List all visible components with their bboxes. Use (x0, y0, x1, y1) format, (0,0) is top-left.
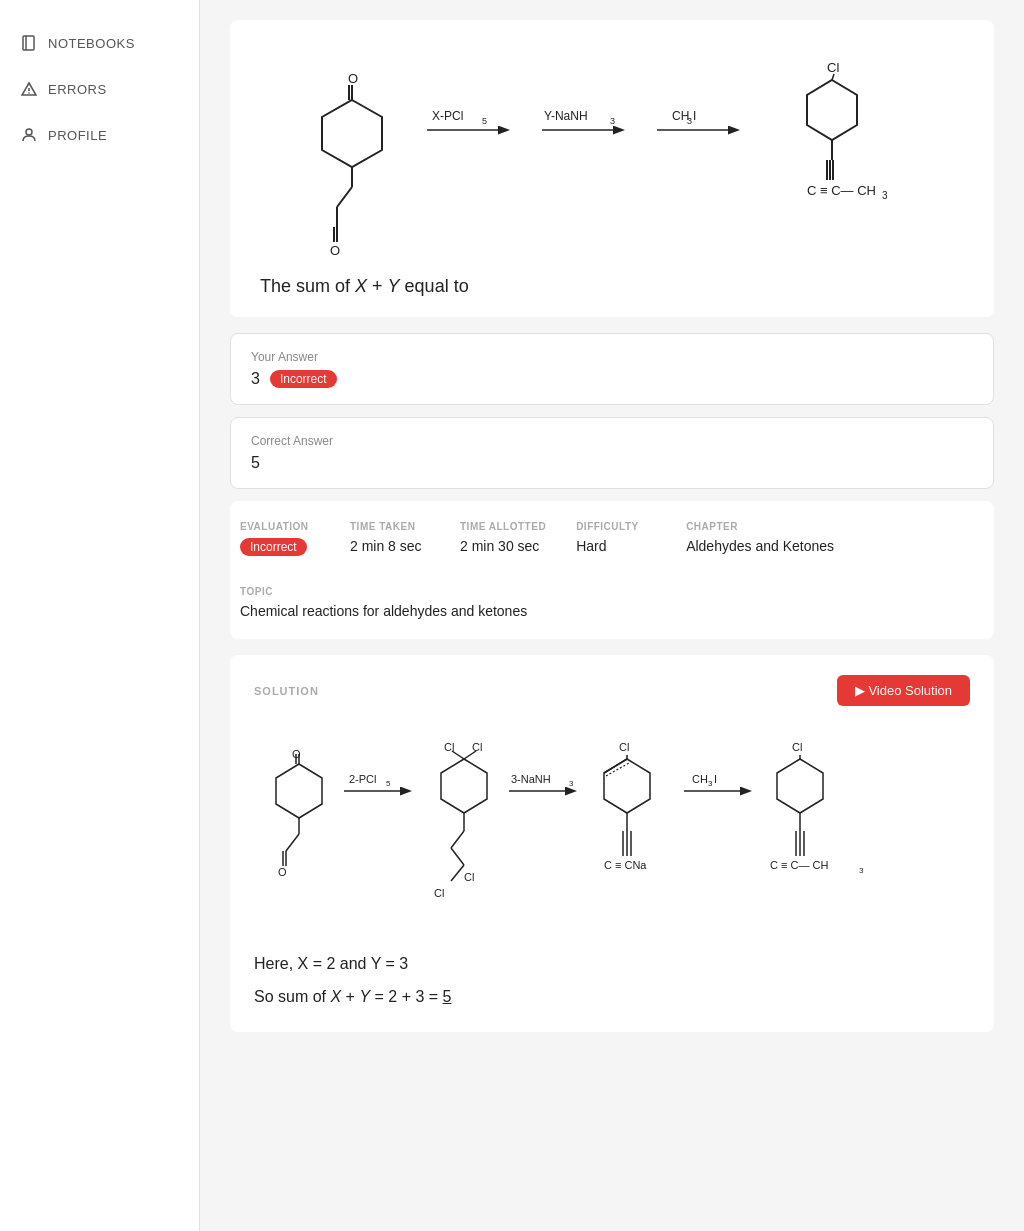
stat-topic: TOPIC Chemical reactions for aldehydes a… (240, 586, 527, 619)
time-allotted-value: 2 min 30 sec (460, 538, 546, 554)
svg-marker-50 (441, 759, 487, 813)
svg-marker-37 (276, 764, 322, 818)
svg-text:3: 3 (859, 866, 864, 875)
svg-text:3: 3 (687, 116, 692, 126)
time-taken-value: 2 min 8 sec (350, 538, 430, 554)
difficulty-value: Hard (576, 538, 656, 554)
svg-text:Cl: Cl (434, 887, 444, 899)
svg-line-51 (452, 751, 464, 759)
main-content: O O X-PCl 5 (200, 0, 1024, 1231)
sidebar-item-notebooks[interactable]: NOTEBOOKS (0, 20, 199, 66)
incorrect-badge: Incorrect (270, 370, 337, 388)
sidebar-label-notebooks: NOTEBOOKS (48, 36, 135, 51)
notebook-icon (20, 34, 38, 52)
time-taken-label: TIME TAKEN (350, 521, 430, 532)
svg-text:Cl: Cl (792, 741, 802, 753)
svg-text:O: O (330, 243, 340, 258)
svg-text:Cl: Cl (464, 871, 474, 883)
svg-marker-27 (807, 80, 857, 140)
top-reaction-svg: O O X-PCl 5 (272, 40, 952, 260)
svg-text:C ≡ C— CH: C ≡ C— CH (770, 859, 828, 871)
evaluation-label: EVALUATION (240, 521, 320, 532)
topic-label: TOPIC (240, 586, 527, 597)
reaction-diagram: O O X-PCl 5 (230, 20, 994, 317)
your-answer-number: 3 (251, 370, 260, 388)
svg-text:Cl: Cl (472, 741, 482, 753)
correct-answer-number: 5 (251, 454, 260, 472)
svg-text:C ≡ C— CH: C ≡ C— CH (807, 183, 876, 198)
time-allotted-label: TIME ALLOTTED (460, 521, 546, 532)
svg-text:I: I (714, 773, 717, 785)
solution-section: SOLUTION ▶ Video Solution O (230, 655, 994, 1032)
svg-text:X-PCl: X-PCl (432, 109, 463, 123)
sidebar-item-profile[interactable]: PROFILE (0, 112, 199, 158)
your-answer-label: Your Answer (251, 350, 973, 364)
stats-row: EVALUATION Incorrect TIME TAKEN 2 min 8 … (230, 501, 994, 639)
stat-chapter: CHAPTER Aldehydes and Ketones (686, 521, 834, 556)
difficulty-label: DIFFICULTY (576, 521, 656, 532)
svg-line-54 (451, 831, 464, 848)
svg-text:3-NaNH: 3-NaNH (511, 773, 551, 785)
svg-text:3: 3 (882, 190, 888, 201)
svg-text:CH: CH (692, 773, 708, 785)
svg-marker-77 (777, 759, 823, 813)
svg-text:Cl: Cl (827, 60, 839, 75)
warning-icon (20, 80, 38, 98)
stat-time-taken: TIME TAKEN 2 min 8 sec (350, 521, 430, 556)
svg-text:3: 3 (708, 779, 713, 788)
svg-rect-0 (23, 36, 34, 50)
solution-line2: So sum of X + Y = 2 + 3 = 5 (254, 983, 970, 1012)
stat-time-allotted: TIME ALLOTTED 2 min 30 sec (460, 521, 546, 556)
evaluation-value: Incorrect (240, 538, 307, 556)
sidebar-label-profile: PROFILE (48, 128, 107, 143)
topic-value: Chemical reactions for aldehydes and ket… (240, 603, 527, 619)
svg-line-57 (451, 865, 464, 881)
svg-text:O: O (348, 71, 358, 86)
your-answer-box: Your Answer 3 Incorrect (230, 333, 994, 405)
svg-line-41 (286, 834, 299, 851)
svg-line-52 (464, 751, 476, 759)
your-answer-value: 3 Incorrect (251, 370, 973, 388)
video-solution-button[interactable]: ▶ Video Solution (837, 675, 970, 706)
stat-difficulty: DIFFICULTY Hard (576, 521, 656, 556)
svg-text:2-PCl: 2-PCl (349, 773, 377, 785)
sidebar: NOTEBOOKS ERRORS PROFILE (0, 0, 200, 1231)
profile-icon (20, 126, 38, 144)
solution-line1: Here, X = 2 and Y = 3 (254, 950, 970, 979)
solution-reaction-svg: O O 2-PCl 5 Cl (254, 726, 974, 926)
solution-label: SOLUTION (254, 685, 319, 697)
solution-text: Here, X = 2 and Y = 3 So sum of X + Y = … (254, 950, 970, 1012)
svg-text:I: I (693, 109, 696, 123)
svg-point-5 (26, 129, 32, 135)
svg-marker-6 (322, 100, 382, 167)
sidebar-label-errors: ERRORS (48, 82, 107, 97)
solution-header: SOLUTION ▶ Video Solution (254, 675, 970, 706)
svg-text:O: O (278, 866, 287, 878)
question-text: The sum of X + Y equal to (260, 276, 964, 297)
svg-text:3: 3 (610, 116, 615, 126)
svg-point-4 (28, 92, 30, 94)
correct-answer-box: Correct Answer 5 (230, 417, 994, 489)
sidebar-item-errors[interactable]: ERRORS (0, 66, 199, 112)
correct-answer-label: Correct Answer (251, 434, 973, 448)
svg-text:Y-NaNH: Y-NaNH (544, 109, 588, 123)
reaction-svg-top: O O X-PCl 5 (260, 40, 964, 260)
svg-line-55 (451, 848, 464, 865)
stat-evaluation: EVALUATION Incorrect (240, 521, 320, 556)
solution-diagram: O O 2-PCl 5 Cl (254, 726, 970, 930)
svg-marker-63 (604, 759, 650, 813)
svg-text:5: 5 (482, 116, 487, 126)
correct-answer-value: 5 (251, 454, 973, 472)
svg-text:C ≡ CNa: C ≡ CNa (604, 859, 647, 871)
svg-line-11 (337, 187, 352, 207)
chapter-label: CHAPTER (686, 521, 834, 532)
chapter-value: Aldehydes and Ketones (686, 538, 834, 554)
svg-text:3: 3 (569, 779, 574, 788)
svg-text:5: 5 (386, 779, 391, 788)
svg-text:Cl: Cl (619, 741, 629, 753)
